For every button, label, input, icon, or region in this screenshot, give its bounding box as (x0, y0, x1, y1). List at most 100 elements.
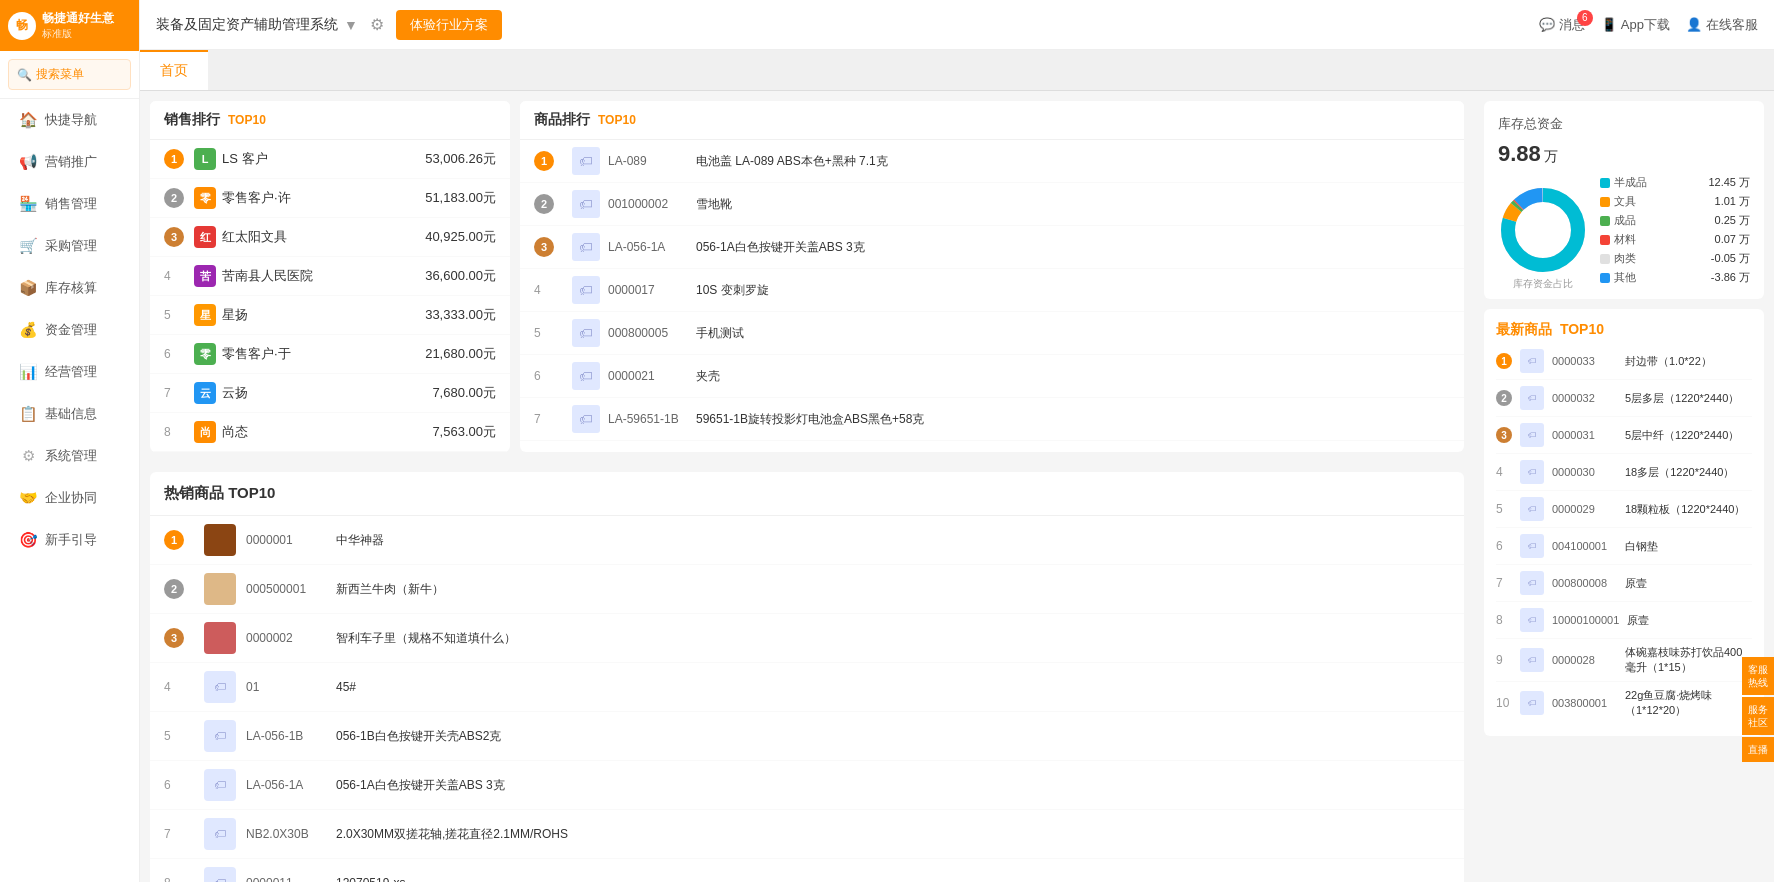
hot-product-row[interactable]: 1 0000001 中华神器 (150, 516, 1464, 565)
product-ranking-row[interactable]: 1 🏷 LA-089 电池盖 LA-089 ABS本色+黑种 7.1克 (520, 140, 1464, 183)
message-icon: 💬 (1539, 17, 1555, 32)
latest-product-row[interactable]: 9 🏷 0000028 体碗嘉枝味苏打饮品400毫升（1*15） (1496, 639, 1752, 682)
trial-button[interactable]: 体验行业方案 (396, 10, 502, 40)
sales-ranking-row[interactable]: 5 星 星扬 33,333.00元 (150, 296, 510, 335)
app-download-action[interactable]: 📱 App下载 (1601, 16, 1670, 34)
legend-item: 肉类 -0.05 万 (1600, 251, 1750, 266)
guide-icon: 🎯 (19, 531, 37, 549)
hot-product-img: 🏷 (204, 671, 236, 703)
online-service-action[interactable]: 👤 在线客服 (1686, 16, 1758, 34)
topbar: 装备及固定资产辅助管理系统 ▼ ⚙ 体验行业方案 💬 消息 6 📱 App下载 … (140, 0, 1774, 50)
sidebar-item-cooperation[interactable]: 🤝 企业协同 (0, 477, 139, 519)
hot-product-row[interactable]: 2 000500001 新西兰牛肉（新牛） (150, 565, 1464, 614)
hot-product-img: 🏷 (204, 867, 236, 882)
product-img: 🏷 (572, 276, 600, 304)
product-top-badge: TOP10 (598, 113, 636, 127)
product-ranking-row[interactable]: 5 🏷 000800005 手机测试 (520, 312, 1464, 355)
hot-product-row[interactable]: 5 🏷 LA-056-1B 056-1B白色按键开关壳ABS2克 (150, 712, 1464, 761)
system-selector[interactable]: 装备及固定资产辅助管理系统 ▼ (156, 16, 358, 34)
sales-ranking-row[interactable]: 4 苦 苦南县人民医院 36,600.00元 (150, 257, 510, 296)
sidebar-item-marketing[interactable]: 📢 营销推广 (0, 141, 139, 183)
latest-product-row[interactable]: 7 🏷 000800008 原壹 (1496, 565, 1752, 602)
sidebar-item-home[interactable]: 🏠 快捷导航 (0, 99, 139, 141)
hot-product-row[interactable]: 3 0000002 智利车子里（规格不知道填什么） (150, 614, 1464, 663)
sales-ranking-row[interactable]: 2 零 零售客户·许 51,183.00元 (150, 179, 510, 218)
float-btn-live[interactable]: 直播 (1742, 737, 1774, 762)
sales-ranking-table: 1 L LS 客户 53,006.26元 2 零 零售客户·许 51,183.0… (150, 140, 510, 452)
inventory-value: 9.88 (1498, 141, 1541, 166)
sidebar-item-sales[interactable]: 🏪 销售管理 (0, 183, 139, 225)
latest-product-row[interactable]: 5 🏷 0000029 18颗粒板（1220*2440） (1496, 491, 1752, 528)
sales-ranking-panel: 销售排行 TOP10 1 L LS 客户 53,006.26元 2 零 零售客户… (150, 101, 510, 452)
dropdown-icon[interactable]: ▼ (344, 17, 358, 33)
sidebar-item-system[interactable]: ⚙ 系统管理 (0, 435, 139, 477)
finance-icon: 💰 (19, 321, 37, 339)
sales-ranking-row[interactable]: 1 L LS 客户 53,006.26元 (150, 140, 510, 179)
inventory-title: 库存总资金 (1498, 115, 1563, 133)
product-ranking-table: 1 🏷 LA-089 电池盖 LA-089 ABS本色+黑种 7.1克 2 🏷 … (520, 140, 1464, 441)
hot-product-row[interactable]: 7 🏷 NB2.0X30B 2.0X30MM双搓花轴,搓花直径2.1MM/ROH… (150, 810, 1464, 859)
sidebar-item-operation[interactable]: 📊 经营管理 (0, 351, 139, 393)
sidebar-item-purchase[interactable]: 🛒 采购管理 (0, 225, 139, 267)
sales-ranking-row[interactable]: 3 红 红太阳文具 40,925.00元 (150, 218, 510, 257)
hot-products-title: 热销商品 TOP10 (150, 472, 1464, 516)
message-action[interactable]: 💬 消息 6 (1539, 16, 1585, 34)
latest-product-row[interactable]: 3 🏷 0000031 5层中纤（1220*2440） (1496, 417, 1752, 454)
top-panels-row: 销售排行 TOP10 1 L LS 客户 53,006.26元 2 零 零售客户… (150, 101, 1464, 452)
product-ranking-row[interactable]: 7 🏷 LA-59651-1B 59651-1B旋转投影灯电池盒ABS黑色+58… (520, 398, 1464, 441)
base-info-icon: 📋 (19, 405, 37, 423)
page-content: 销售排行 TOP10 1 L LS 客户 53,006.26元 2 零 零售客户… (140, 91, 1774, 882)
sidebar-search-area: 🔍 搜索菜单 (0, 51, 139, 99)
product-img: 🏷 (572, 190, 600, 218)
latest-product-img: 🏷 (1520, 534, 1544, 558)
search-menu-button[interactable]: 🔍 搜索菜单 (8, 59, 131, 90)
sales-ranking-row[interactable]: 7 云 云扬 7,680.00元 (150, 374, 510, 413)
tab-home[interactable]: 首页 (140, 50, 208, 90)
latest-product-img: 🏷 (1520, 648, 1544, 672)
nav-tabs: 首页 (140, 50, 1774, 91)
settings-icon[interactable]: ⚙ (370, 15, 384, 34)
latest-product-row[interactable]: 4 🏷 0000030 18多层（1220*2440） (1496, 454, 1752, 491)
latest-product-row[interactable]: 8 🏷 10000100001 原壹 (1496, 602, 1752, 639)
latest-product-img: 🏷 (1520, 386, 1544, 410)
hot-product-row[interactable]: 6 🏷 LA-056-1A 056-1A白色按键开关盖ABS 3克 (150, 761, 1464, 810)
sidebar-item-base-info[interactable]: 📋 基础信息 (0, 393, 139, 435)
float-btn-service[interactable]: 客服热线 (1742, 657, 1774, 695)
product-ranking-header: 商品排行 TOP10 (520, 101, 1464, 140)
sidebar-item-finance[interactable]: 💰 资金管理 (0, 309, 139, 351)
inventory-icon: 📦 (19, 279, 37, 297)
product-ranking-row[interactable]: 3 🏷 LA-056-1A 056-1A白色按键开关盖ABS 3克 (520, 226, 1464, 269)
logo-text: 畅捷通好生意 标准版 (42, 10, 114, 41)
latest-product-row[interactable]: 2 🏷 0000032 5层多层（1220*2440） (1496, 380, 1752, 417)
inventory-unit: 万 (1544, 148, 1558, 164)
sidebar: 畅 畅捷通好生意 标准版 🔍 搜索菜单 🏠 快捷导航 📢 营销推广 🏪 销售管理… (0, 0, 140, 882)
operation-icon: 📊 (19, 363, 37, 381)
sidebar-item-guide[interactable]: 🎯 新手引导 (0, 519, 139, 561)
latest-products-table: 1 🏷 0000033 封边带（1.0*22） 2 🏷 0000032 5层多层… (1496, 343, 1752, 724)
hot-products-table: 1 0000001 中华神器 2 000500001 新西兰牛肉（新牛） 3 0… (150, 516, 1464, 882)
product-ranking-row[interactable]: 2 🏷 001000002 雪地靴 (520, 183, 1464, 226)
inventory-card: 库存总资金 9.88 万 (1484, 101, 1764, 299)
latest-products-title: 最新商品 TOP10 (1496, 321, 1752, 339)
hot-products-panel: 热销商品 TOP10 1 0000001 中华神器 2 000500001 新西… (150, 472, 1464, 882)
phone-icon: 📱 (1601, 17, 1617, 32)
inventory-header: 库存总资金 (1498, 115, 1750, 133)
sales-ranking-row[interactable]: 6 零 零售客户·于 21,680.00元 (150, 335, 510, 374)
cooperation-icon: 🤝 (19, 489, 37, 507)
latest-product-row[interactable]: 1 🏷 0000033 封边带（1.0*22） (1496, 343, 1752, 380)
sales-ranking-row[interactable]: 8 尚 尚态 7,563.00元 (150, 413, 510, 452)
float-btn-community[interactable]: 服务社区 (1742, 697, 1774, 735)
hot-product-row[interactable]: 4 🏷 01 45# (150, 663, 1464, 712)
product-ranking-row[interactable]: 4 🏷 0000017 10S 变刺罗旋 (520, 269, 1464, 312)
latest-product-row[interactable]: 6 🏷 004100001 白钢垫 (1496, 528, 1752, 565)
legend-item: 成品 0.25 万 (1600, 213, 1750, 228)
hot-product-row[interactable]: 8 🏷 0000011 12070519-xs (150, 859, 1464, 882)
hot-product-img (204, 524, 236, 556)
product-img: 🏷 (572, 319, 600, 347)
sidebar-item-inventory[interactable]: 📦 库存核算 (0, 267, 139, 309)
product-img: 🏷 (572, 362, 600, 390)
sales-top-badge: TOP10 (228, 113, 266, 127)
product-ranking-row[interactable]: 6 🏷 0000021 夹壳 (520, 355, 1464, 398)
latest-products-card: 最新商品 TOP10 1 🏷 0000033 封边带（1.0*22） 2 🏷 0… (1484, 309, 1764, 736)
latest-product-row[interactable]: 10 🏷 003800001 22g鱼豆腐·烧烤味（1*12*20） (1496, 682, 1752, 724)
